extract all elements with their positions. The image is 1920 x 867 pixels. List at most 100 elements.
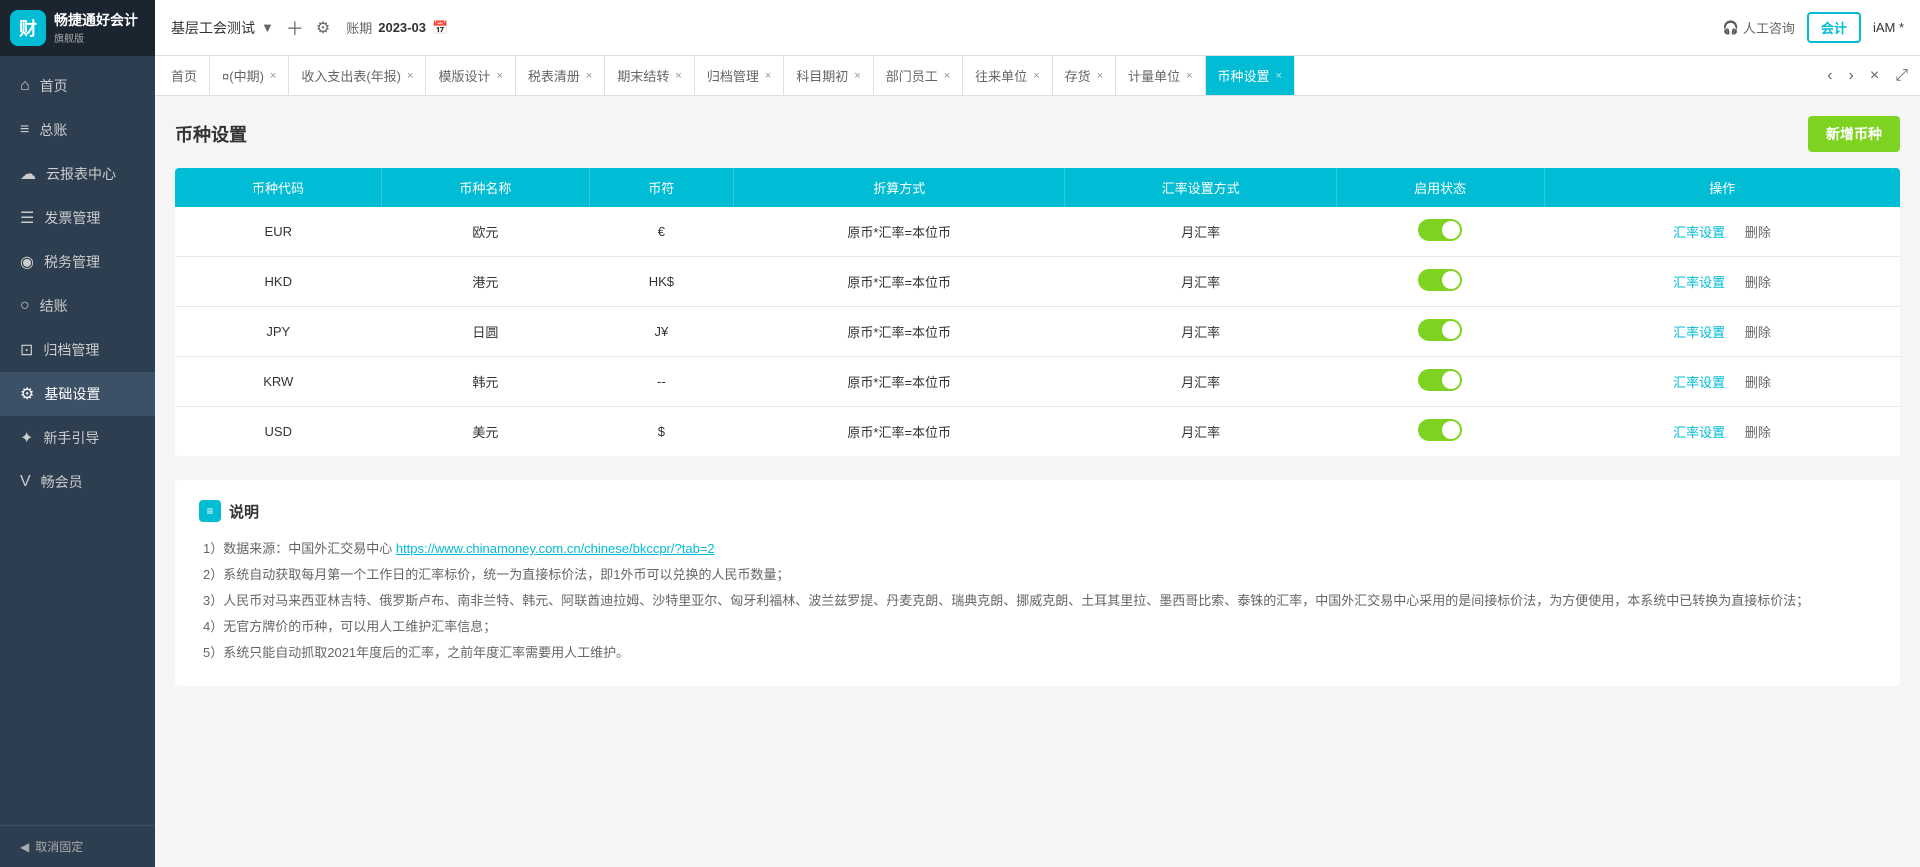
new-currency-button[interactable]: 新增币种 [1808,116,1900,152]
sidebar-item-tax[interactable]: ◉ 税务管理 [0,240,155,284]
ledger-icon: ≡ [20,121,29,139]
rate-setting-link[interactable]: 汇率设置 [1673,325,1725,340]
rate-setting-link[interactable]: 汇率设置 [1673,275,1725,290]
tab-close-interim[interactable]: × [270,70,276,82]
col-symbol: 币符 [589,168,733,207]
delete-link[interactable]: 删除 [1745,275,1771,290]
sidebar-item-invoice[interactable]: ☰ 发票管理 [0,196,155,240]
cell-code: HKD [175,257,382,307]
delete-link[interactable]: 删除 [1745,425,1771,440]
rate-setting-link[interactable]: 汇率设置 [1673,375,1725,390]
tab-currency[interactable]: 币种设置 × [1206,56,1295,96]
cell-calc: 原币*汇率=本位币 [733,307,1065,357]
tab-subject-init[interactable]: 科目期初 × [784,56,873,96]
rate-setting-link[interactable]: 汇率设置 [1673,225,1725,240]
tab-interim[interactable]: ¤(中期) × [210,56,289,96]
tab-close-counterparty[interactable]: × [1033,70,1039,82]
currency-table: 币种代码 币种名称 币符 折算方式 汇率设置方式 启用状态 操作 EUR 欧元 … [175,168,1900,456]
logo-icon: 财 [10,10,46,46]
tab-close-unit[interactable]: × [1186,70,1192,82]
tab-expand-btn[interactable]: ⤢ [1887,63,1916,89]
calendar-icon[interactable]: 📅 [432,20,448,36]
sidebar-item-guide[interactable]: ✦ 新手引导 [0,416,155,460]
sidebar-item-member[interactable]: V 畅会员 [0,460,155,504]
cell-calc: 原币*汇率=本位币 [733,207,1065,257]
add-btn[interactable]: ＋ [286,15,304,41]
tab-income[interactable]: 收入支出表(年报) × [289,56,426,96]
notice-item: 1）数据来源：中国外汇交易中心 https://www.chinamoney.c… [203,536,1876,562]
delete-link[interactable]: 删除 [1745,375,1771,390]
cell-symbol: HK$ [589,257,733,307]
cell-rate-method: 月汇率 [1065,207,1336,257]
cell-rate-method: 月汇率 [1065,357,1336,407]
tab-counterparty[interactable]: 往来单位 × [963,56,1052,96]
company-dropdown-btn[interactable]: ▼ [261,20,274,35]
rate-setting-link[interactable]: 汇率设置 [1673,425,1725,440]
closing-icon: ○ [20,297,30,315]
tab-home[interactable]: 首页 [159,56,210,96]
toggle-enabled[interactable] [1418,369,1462,391]
page-title: 币种设置 [175,121,247,147]
col-code: 币种代码 [175,168,382,207]
sidebar-item-reports[interactable]: ☁ 云报表中心 [0,152,155,196]
notice-link[interactable]: https://www.chinamoney.com.cn/chinese/bk… [396,541,715,556]
tab-close-period-close[interactable]: × [675,70,681,82]
toggle-enabled[interactable] [1418,319,1462,341]
delete-link[interactable]: 删除 [1745,225,1771,240]
tab-close-currency[interactable]: × [1276,70,1282,82]
tab-inventory[interactable]: 存货 × [1053,56,1116,96]
delete-link[interactable]: 删除 [1745,325,1771,340]
tab-tax-clear[interactable]: 税表清册 × [516,56,605,96]
cell-actions: 汇率设置 删除 [1544,357,1900,407]
cell-actions: 汇率设置 删除 [1544,257,1900,307]
tab-prev-btn[interactable]: ‹ [1819,63,1840,89]
tab-department[interactable]: 部门员工 × [874,56,963,96]
invoice-icon: ☰ [20,208,34,228]
col-calc: 折算方式 [733,168,1065,207]
toggle-enabled[interactable] [1418,269,1462,291]
gear-btn[interactable]: ⚙ [316,18,330,38]
cell-name: 欧元 [382,207,590,257]
notice-item: 5）系统只能自动抓取2021年度后的汇率，之前年度汇率需要用人工维护。 [203,640,1876,666]
tab-close-inventory[interactable]: × [1097,70,1103,82]
toggle-enabled[interactable] [1418,419,1462,441]
cell-actions: 汇率设置 删除 [1544,407,1900,457]
tab-close-department[interactable]: × [944,70,950,82]
tab-close-tax-clear[interactable]: × [586,70,592,82]
tab-nav-btns: ‹ › × ⤢ [1819,63,1916,89]
tab-period-close[interactable]: 期末结转 × [605,56,694,96]
table-row: HKD 港元 HK$ 原币*汇率=本位币 月汇率 汇率设置 删除 [175,257,1900,307]
cell-code: KRW [175,357,382,407]
tab-unit[interactable]: 计量单位 × [1116,56,1205,96]
home-icon: ⌂ [20,77,30,95]
tab-archive[interactable]: 归档管理 × [695,56,784,96]
tab-template[interactable]: 模版设计 × [426,56,515,96]
sidebar-item-closing[interactable]: ○ 结账 [0,284,155,328]
cell-actions: 汇率设置 删除 [1544,307,1900,357]
sidebar-item-settings[interactable]: ⚙ 基础设置 [0,372,155,416]
toggle-circle [1442,221,1460,239]
cell-symbol: $ [589,407,733,457]
tab-close-all-btn[interactable]: × [1862,63,1887,89]
tab-close-template[interactable]: × [496,70,502,82]
period-value: 2023-03 [378,20,426,35]
toggle-circle [1442,321,1460,339]
sidebar-pin-btn[interactable]: ◀ 取消固定 [0,825,155,867]
toggle-circle [1442,371,1460,389]
customer-service-btn[interactable]: 🎧 人工咨询 [1723,18,1795,37]
cell-name: 港元 [382,257,590,307]
tab-next-btn[interactable]: › [1841,63,1862,89]
account-type-btn[interactable]: 会计 [1807,12,1861,43]
sidebar-item-archive[interactable]: ⊡ 归档管理 [0,328,155,372]
cell-name: 美元 [382,407,590,457]
tab-close-subject-init[interactable]: × [854,70,860,82]
tab-close-archive[interactable]: × [765,70,771,82]
col-status: 启用状态 [1336,168,1544,207]
sidebar-item-home[interactable]: ⌂ 首页 [0,64,155,108]
tab-close-income[interactable]: × [407,70,413,82]
sidebar-item-ledger[interactable]: ≡ 总账 [0,108,155,152]
guide-icon: ✦ [20,428,33,448]
cell-actions: 汇率设置 删除 [1544,207,1900,257]
table-row: EUR 欧元 € 原币*汇率=本位币 月汇率 汇率设置 删除 [175,207,1900,257]
toggle-enabled[interactable] [1418,219,1462,241]
